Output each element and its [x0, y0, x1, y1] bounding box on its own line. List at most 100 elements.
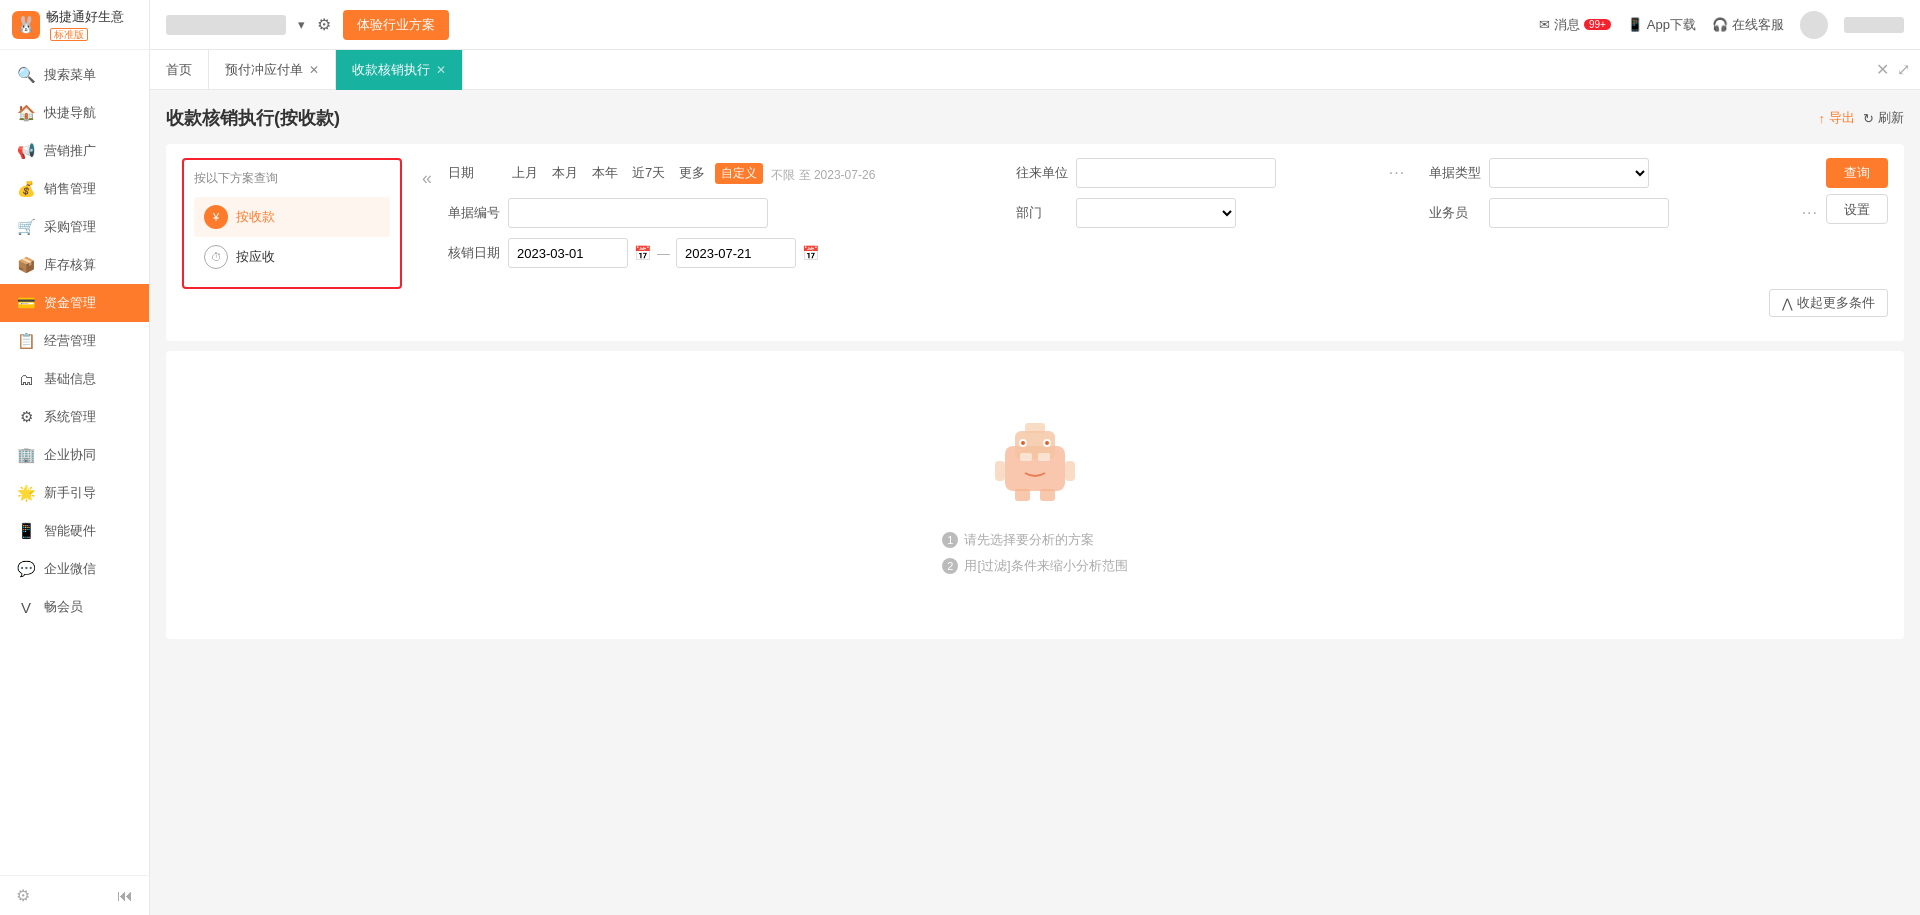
header-gear-icon[interactable]: ⚙: [317, 15, 331, 34]
sidebar-icon-12: 📱: [16, 522, 36, 540]
tip-text-2: 用[过滤]条件来缩小分析范围: [964, 553, 1127, 579]
tab-close-2[interactable]: ✕: [436, 63, 446, 77]
close-tab-icon[interactable]: ✕: [1876, 60, 1889, 79]
refresh-button[interactable]: ↻ 刷新: [1863, 109, 1904, 127]
filter-main: 按以下方案查询 ¥ 按收款 ⏱ 按应收 «: [182, 158, 1888, 289]
filter-section: 按以下方案查询 ¥ 按收款 ⏱ 按应收 «: [166, 144, 1904, 341]
filter-option-by-receivable[interactable]: ⏱ 按应收: [194, 237, 390, 277]
sidebar-item-2[interactable]: 📢营销推广: [0, 132, 149, 170]
sidebar-item-0[interactable]: 🔍搜索菜单: [0, 56, 149, 94]
dept-cell: 部门: [1016, 198, 1405, 228]
sidebar-item-3[interactable]: 💰销售管理: [0, 170, 149, 208]
user-avatar: [1800, 11, 1828, 39]
sidebar-item-11[interactable]: 🌟新手引导: [0, 474, 149, 512]
export-button[interactable]: ↑ 导出: [1819, 109, 1856, 127]
sidebar-item-10[interactable]: 🏢企业协同: [0, 436, 149, 474]
receivable-option-label: 按应收: [236, 248, 275, 266]
page-title-bar: 收款核销执行(按收款) ↑ 导出 ↻ 刷新: [166, 106, 1904, 130]
tab-close-1[interactable]: ✕: [309, 63, 319, 77]
calendar-end-icon[interactable]: 📅: [802, 245, 819, 261]
query-button[interactable]: 查询: [1826, 158, 1888, 188]
export-icon: ↑: [1819, 111, 1826, 126]
refresh-icon: ↻: [1863, 111, 1874, 126]
date-range: 📅 — 📅: [508, 238, 819, 268]
sidebar-gear-icon[interactable]: ⚙: [16, 886, 30, 905]
app-download-btn[interactable]: 📱 App下载: [1627, 16, 1696, 34]
tab-2[interactable]: 收款核销执行 ✕: [336, 50, 463, 90]
app-logo: 🐰 畅捷通好生意 标准版: [0, 0, 149, 50]
headset-icon: 🎧: [1712, 17, 1728, 32]
tab-1[interactable]: 预付冲应付单✕: [209, 50, 336, 90]
sidebar-collapse-icon[interactable]: ⏮: [117, 887, 133, 905]
partner-dots-icon[interactable]: ···: [1389, 164, 1405, 182]
expand-tab-icon[interactable]: ⤢: [1897, 60, 1910, 79]
app-tag: 标准版: [50, 28, 88, 41]
sidebar-item-9[interactable]: ⚙系统管理: [0, 398, 149, 436]
shortcut-more[interactable]: 更多: [675, 162, 709, 184]
sidebar-item-13[interactable]: 💬企业微信: [0, 550, 149, 588]
filter-collapse-icon[interactable]: «: [422, 168, 432, 189]
tab-0[interactable]: 首页: [150, 50, 209, 90]
filter-row-1: 日期 上月 本月 本年 近7天 更多 自定义 不限 至 2023-07-26: [448, 158, 1818, 188]
tabs-bar: 首页预付冲应付单✕ 收款核销执行 ✕ ✕ ⤢: [150, 50, 1920, 90]
filter-form: 日期 上月 本月 本年 近7天 更多 自定义 不限 至 2023-07-26: [448, 158, 1818, 278]
sidebar-label-0: 搜索菜单: [44, 66, 96, 84]
date-no-limit: 不限 至 2023-07-26: [771, 167, 875, 184]
collapse-more-button[interactable]: ⋀ 收起更多条件: [1769, 289, 1888, 317]
dropdown-icon[interactable]: ▾: [298, 17, 305, 32]
sidebar-label-11: 新手引导: [44, 484, 96, 502]
sidebar-footer: ⚙ ⏮: [0, 875, 149, 915]
doctype-label: 单据类型: [1429, 164, 1481, 182]
sidebar-label-12: 智能硬件: [44, 522, 96, 540]
sidebar-icon-1: 🏠: [16, 104, 36, 122]
sidebar-item-6[interactable]: 💳资金管理: [0, 284, 149, 322]
docno-input[interactable]: [508, 198, 768, 228]
tip-num-2: 2: [942, 558, 958, 574]
staff-dots-icon[interactable]: ···: [1802, 204, 1818, 222]
svg-point-5: [1021, 441, 1025, 445]
tab-label-2: 收款核销执行: [352, 61, 430, 79]
sidebar-item-14[interactable]: V畅会员: [0, 588, 149, 626]
sidebar-icon-7: 📋: [16, 332, 36, 350]
partner-label: 往来单位: [1016, 164, 1068, 182]
sidebar-item-7[interactable]: 📋经营管理: [0, 322, 149, 360]
message-btn[interactable]: ✉ 消息 99+: [1539, 16, 1611, 34]
solution-button[interactable]: 体验行业方案: [343, 10, 449, 40]
svg-rect-12: [1040, 489, 1055, 501]
shortcut-last-month[interactable]: 上月: [508, 162, 542, 184]
empty-robot-icon: [985, 411, 1085, 511]
sidebar-item-8[interactable]: 🗂基础信息: [0, 360, 149, 398]
tip-item-1: 1 请先选择要分析的方案: [942, 527, 1127, 553]
verify-date-label: 核销日期: [448, 244, 500, 262]
staff-cell: 业务员 ···: [1429, 198, 1818, 228]
sidebar-label-1: 快捷导航: [44, 104, 96, 122]
sidebar-icon-10: 🏢: [16, 446, 36, 464]
filter-option-by-payment[interactable]: ¥ 按收款: [194, 197, 390, 237]
sidebar-item-4[interactable]: 🛒采购管理: [0, 208, 149, 246]
set-button[interactable]: 设置: [1826, 194, 1888, 224]
sidebar-item-1[interactable]: 🏠 快捷导航: [0, 94, 149, 132]
app-download-label: App下载: [1647, 16, 1696, 34]
shortcut-this-month[interactable]: 本月: [548, 162, 582, 184]
docno-cell: 单据编号: [448, 198, 992, 228]
verify-date-start[interactable]: [508, 238, 628, 268]
shortcut-custom[interactable]: 自定义: [715, 163, 763, 184]
shortcut-7days[interactable]: 近7天: [628, 162, 669, 184]
filter-row-2: 单据编号 部门 业务员: [448, 198, 1818, 228]
date-label: 日期: [448, 164, 500, 182]
online-service-btn[interactable]: 🎧 在线客服: [1712, 16, 1784, 34]
verify-date-end[interactable]: [676, 238, 796, 268]
calendar-start-icon[interactable]: 📅: [634, 245, 651, 261]
staff-input[interactable]: [1489, 198, 1669, 228]
shortcut-this-year[interactable]: 本年: [588, 162, 622, 184]
sidebar-item-12[interactable]: 📱 智能硬件: [0, 512, 149, 550]
filter-left-panel: 按以下方案查询 ¥ 按收款 ⏱ 按应收: [182, 158, 402, 289]
doctype-select[interactable]: [1489, 158, 1649, 188]
sidebar-item-5[interactable]: 📦库存核算: [0, 246, 149, 284]
dept-select[interactable]: [1076, 198, 1236, 228]
date-cell: 日期 上月 本月 本年 近7天 更多 自定义 不限 至 2023-07-26: [448, 162, 992, 184]
staff-label: 业务员: [1429, 204, 1481, 222]
partner-input[interactable]: [1076, 158, 1276, 188]
receivable-option-icon: ⏱: [204, 245, 228, 269]
sidebar-label-3: 销售管理: [44, 180, 96, 198]
